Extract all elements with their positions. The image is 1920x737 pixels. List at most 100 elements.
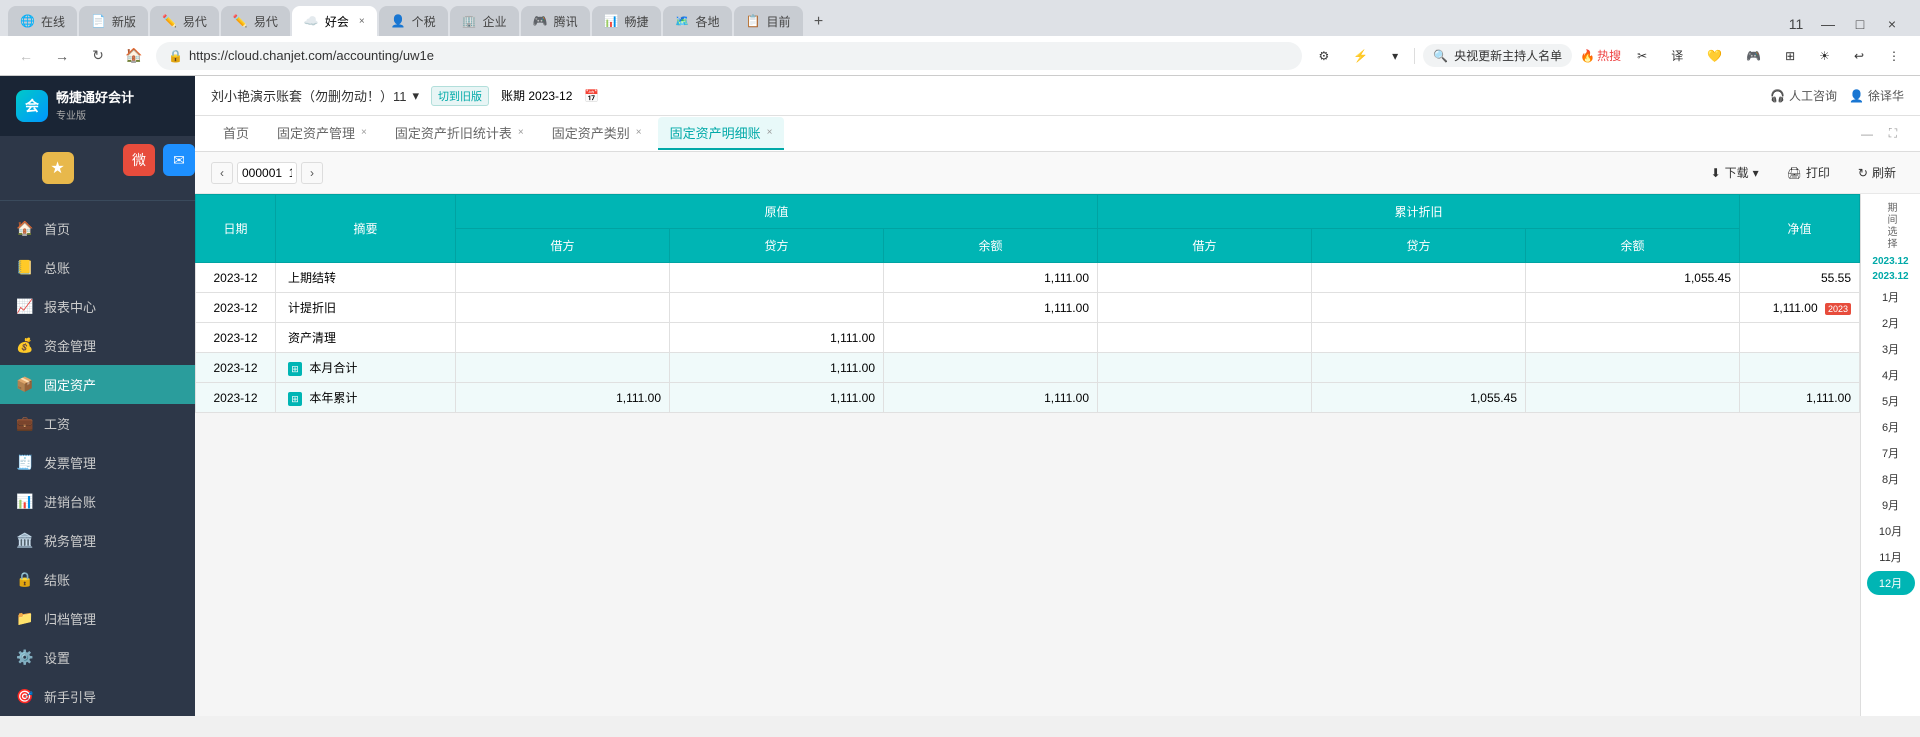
sidebar-item-reports[interactable]: 📈 报表中心: [0, 287, 195, 326]
hot-search-label: 热搜: [1597, 47, 1621, 64]
tab-window-controls: — ⛶: [1856, 123, 1904, 145]
tab-fixed-detail-close[interactable]: ×: [767, 127, 773, 138]
browser-tab-geshui[interactable]: 👤 个税: [379, 6, 448, 36]
period-month-12[interactable]: 12月: [1867, 571, 1915, 595]
sidebar-item-fixed-assets[interactable]: 📦 固定资产: [0, 365, 195, 404]
undo-button[interactable]: ↩: [1846, 45, 1872, 67]
period-month-2[interactable]: 2月: [1867, 311, 1915, 335]
sidebar-item-home[interactable]: 🏠 首页: [0, 209, 195, 248]
lightning-button[interactable]: ⚡: [1345, 45, 1376, 67]
tab-fixed-mgmt[interactable]: 固定资产管理 ×: [265, 117, 379, 150]
period-month-5[interactable]: 5月: [1867, 389, 1915, 413]
company-selector[interactable]: 刘小艳演示账套（勿删勿动！）11 ▾: [211, 86, 419, 105]
close-browser-button[interactable]: ×: [1880, 12, 1904, 36]
brightness-button[interactable]: ☀: [1811, 45, 1838, 67]
tab-favicon: ✏️: [233, 14, 248, 28]
next-page-button[interactable]: ›: [301, 162, 323, 184]
translate-button[interactable]: 译: [1663, 43, 1691, 68]
period-month-3[interactable]: 3月: [1867, 337, 1915, 361]
refresh-button[interactable]: ↻ 刷新: [1850, 160, 1904, 185]
home-button[interactable]: 🏠: [120, 42, 148, 70]
browser-tab-enterprise[interactable]: 🏢 企业: [450, 6, 519, 36]
period-month-1[interactable]: 1月: [1867, 285, 1915, 309]
minimize-browser-button[interactable]: —: [1816, 12, 1840, 36]
forward-button[interactable]: →: [48, 42, 76, 70]
period-month-7[interactable]: 7月: [1867, 441, 1915, 465]
cell-orig-debit: [456, 293, 670, 323]
scissors-button[interactable]: ✂: [1629, 45, 1655, 67]
page-number-input[interactable]: [237, 162, 297, 184]
more-button[interactable]: ⋮: [1880, 45, 1908, 67]
url-input[interactable]: 🔒 https://cloud.chanjet.com/accounting/u…: [156, 42, 1302, 70]
period-month-6[interactable]: 6月: [1867, 415, 1915, 439]
tab-close-icon[interactable]: ×: [359, 16, 365, 27]
print-label: 打印: [1806, 164, 1830, 181]
human-service-button[interactable]: 🎧 人工咨询: [1770, 87, 1837, 104]
tab-action-11[interactable]: 11: [1784, 12, 1808, 36]
browser-tab-yidai1[interactable]: ✏️ 易代: [150, 6, 219, 36]
browser-search[interactable]: 🔍 央视更新主持人名单: [1423, 44, 1572, 67]
sidebar-item-guide[interactable]: 🎯 新手引导: [0, 677, 195, 716]
maximize-pane-button[interactable]: ⛶: [1882, 123, 1904, 145]
browser-tab-new[interactable]: 📄 新版: [79, 6, 148, 36]
browser-tab-yidai2[interactable]: ✏️ 易代: [221, 6, 290, 36]
dropdown-button[interactable]: ▾: [1384, 45, 1406, 67]
logo-text: 畅捷通好会计: [56, 90, 134, 107]
browser-tab-tencent[interactable]: 🎮 腾讯: [521, 6, 590, 36]
page-tabs: 首页 固定资产管理 × 固定资产折旧统计表 × 固定资产类别 × 固定资产明细账…: [195, 116, 1920, 152]
favorites-button[interactable]: ★: [42, 152, 74, 184]
mail-icon[interactable]: ✉: [163, 144, 195, 176]
period-date-start: 2023.12: [1870, 254, 1910, 269]
download-button[interactable]: ⬇ 下载 ▾: [1703, 160, 1767, 185]
fixed-assets-icon: 📦: [16, 376, 34, 394]
back-button[interactable]: ←: [12, 42, 40, 70]
tab-home[interactable]: 首页: [211, 117, 261, 150]
reload-button[interactable]: ↻: [84, 42, 112, 70]
tab-fixed-dep[interactable]: 固定资产折旧统计表 ×: [383, 117, 536, 150]
browser-tab-muqian[interactable]: 📋 目前: [734, 6, 803, 36]
page-navigation: ‹ ›: [211, 162, 323, 184]
maximize-browser-button[interactable]: □: [1848, 12, 1872, 36]
user-profile-button[interactable]: 👤 徐译华: [1849, 87, 1904, 104]
weibo-icon[interactable]: 微: [123, 144, 155, 176]
sidebar-item-ledger[interactable]: 📒 总账: [0, 248, 195, 287]
browser-tab-haohui[interactable]: ☁️ 好会 ×: [292, 6, 377, 36]
sidebar-item-settings[interactable]: ⚙️ 设置: [0, 638, 195, 677]
browser-tab-gedi[interactable]: 🗺️ 各地: [663, 6, 732, 36]
sidebar-item-payroll[interactable]: 💼 工资: [0, 404, 195, 443]
period-month-10[interactable]: 10月: [1867, 519, 1915, 543]
hot-search-badge[interactable]: 🔥 热搜: [1580, 47, 1621, 64]
cell-orig-credit: 1,111.00: [670, 383, 884, 413]
period-month-9[interactable]: 9月: [1867, 493, 1915, 517]
minimize-pane-button[interactable]: —: [1856, 123, 1878, 145]
tab-fixed-dep-close[interactable]: ×: [518, 127, 524, 138]
print-button[interactable]: 🖨 打印: [1779, 160, 1838, 185]
period-month-8[interactable]: 8月: [1867, 467, 1915, 491]
switch-version-button[interactable]: 切到旧版: [431, 86, 489, 106]
tab-fixed-detail[interactable]: 固定资产明细账 ×: [658, 117, 785, 150]
new-tab-button[interactable]: +: [805, 8, 833, 36]
tab-fixed-cat-close[interactable]: ×: [636, 127, 642, 138]
extensions-button[interactable]: ⚙: [1310, 45, 1337, 67]
sidebar-item-funds[interactable]: 💰 资金管理: [0, 326, 195, 365]
grid-button[interactable]: ⊞: [1777, 45, 1803, 67]
cell-summary: 上期结转: [276, 263, 456, 293]
sidebar-item-invoice[interactable]: 🧾 发票管理: [0, 443, 195, 482]
sidebar-item-tax[interactable]: 🏛️ 税务管理: [0, 521, 195, 560]
sidebar-item-inventory[interactable]: 📊 进销台账: [0, 482, 195, 521]
tab-favicon: 🗺️: [675, 14, 690, 28]
wallet-button[interactable]: 💛: [1699, 45, 1730, 67]
game-button[interactable]: 🎮: [1738, 45, 1769, 67]
sidebar-item-closing[interactable]: 🔒 结账: [0, 560, 195, 599]
period-month-11[interactable]: 11月: [1867, 545, 1915, 569]
calendar-icon[interactable]: 📅: [584, 89, 599, 103]
sidebar-item-archive[interactable]: 📁 归档管理: [0, 599, 195, 638]
tab-fixed-mgmt-close[interactable]: ×: [361, 127, 367, 138]
tab-fixed-cat[interactable]: 固定资产类别 ×: [540, 117, 654, 150]
sidebar-label-closing: 结账: [44, 570, 70, 589]
prev-page-button[interactable]: ‹: [211, 162, 233, 184]
company-dropdown-icon[interactable]: ▾: [413, 88, 420, 104]
browser-tab-online[interactable]: 🌐 在线: [8, 6, 77, 36]
period-month-4[interactable]: 4月: [1867, 363, 1915, 387]
browser-tab-changjie[interactable]: 📊 畅捷: [592, 6, 661, 36]
